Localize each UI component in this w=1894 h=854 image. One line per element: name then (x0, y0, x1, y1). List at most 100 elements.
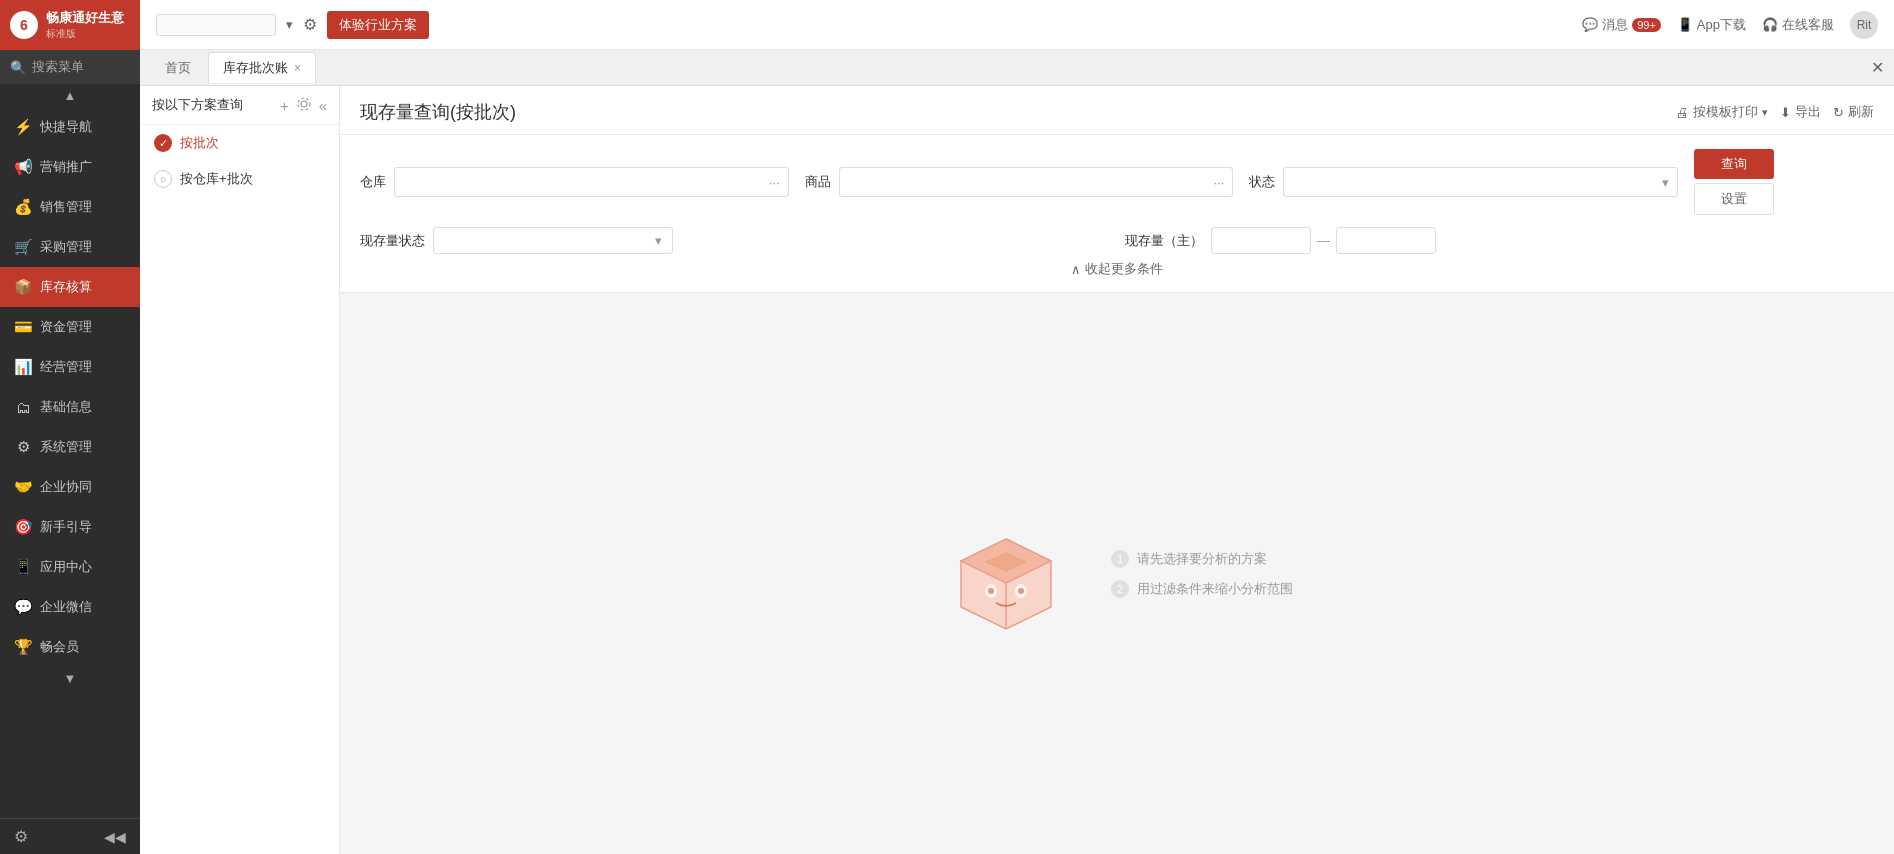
operation-icon: 📊 (14, 358, 32, 376)
sidebar-item-inventory[interactable]: 📦 库存核算 (0, 267, 140, 307)
sidebar-item-member[interactable]: 🏆 畅会员 (0, 627, 140, 667)
collapse-filters-button[interactable]: ∧ 收起更多条件 (1071, 260, 1163, 278)
close-icon: ✕ (1871, 59, 1884, 76)
app-title-block: 畅康通好生意 标准版 (46, 9, 124, 41)
search-icon: 🔍 (10, 60, 26, 75)
add-scheme-button[interactable]: + (280, 97, 289, 114)
sidebar-item-quick-nav[interactable]: ⚡ 快捷导航 (0, 107, 140, 147)
messages-button[interactable]: 💬 消息 99+ (1582, 16, 1661, 34)
sidebar-item-label: 应用中心 (40, 558, 92, 576)
message-icon: 💬 (1582, 17, 1598, 32)
tab-bar: 首页 库存批次账 × ✕ (140, 50, 1894, 86)
scroll-down-btn[interactable]: ▼ (0, 667, 140, 690)
query-button[interactable]: 查询 (1694, 149, 1774, 179)
topbar-dropdown[interactable]: ▾ (286, 17, 293, 32)
wechat-icon: 💬 (14, 598, 32, 616)
settings-button[interactable]: 设置 (1694, 183, 1774, 215)
main-area: ▾ ⚙ 体验行业方案 💬 消息 99+ 📱 App下载 🎧 在线客服 (140, 0, 1894, 854)
sidebar: 6 畅康通好生意 标准版 🔍 搜索菜单 ▲ ⚡ 快捷导航 📢 营销推广 💰 销售… (0, 0, 140, 854)
scroll-up-btn[interactable]: ▲ (0, 84, 140, 107)
svg-point-8 (988, 588, 994, 594)
avatar: Rit (1850, 11, 1878, 39)
empty-state: 1 请先选择要分析的方案 2 用过滤条件来缩小分析范围 (340, 293, 1894, 854)
sales-icon: 💰 (14, 198, 32, 216)
hint2-text: 用过滤条件来缩小分析范围 (1137, 580, 1293, 598)
messages-label: 消息 (1602, 16, 1628, 34)
app-name: 畅康通好生意 (46, 9, 124, 27)
status-select[interactable]: ▾ (1283, 167, 1678, 197)
status-label: 状态 (1249, 173, 1275, 191)
quick-nav-icon: ⚡ (14, 118, 32, 136)
warehouse-input[interactable]: ··· (394, 167, 789, 197)
left-panel-header: 按以下方案查询 + « (140, 86, 339, 125)
stock-main-range: — (1211, 227, 1436, 254)
user-profile[interactable]: Rit (1850, 11, 1878, 39)
warehouse-more-icon[interactable]: ··· (769, 175, 780, 190)
left-panel-actions: + « (280, 97, 327, 114)
app-download-button[interactable]: 📱 App下载 (1677, 16, 1746, 34)
tab-active-label: 库存批次账 (223, 59, 288, 77)
stock-min-input[interactable] (1211, 227, 1311, 254)
sidebar-item-label: 企业微信 (40, 598, 92, 616)
sidebar-item-label: 基础信息 (40, 398, 92, 416)
topbar-gear-button[interactable]: ⚙ (303, 15, 317, 34)
export-label: 导出 (1795, 103, 1821, 121)
enterprise-icon: 🤝 (14, 478, 32, 496)
sidebar-item-appcenter[interactable]: 📱 应用中心 (0, 547, 140, 587)
page-header-actions: 🖨 按模板打印 ▾ ⬇ 导出 ↻ 刷新 (1676, 103, 1874, 121)
phone-icon: 📱 (1677, 17, 1693, 32)
sidebar-item-label: 新手引导 (40, 518, 92, 536)
sidebar-item-label: 畅会员 (40, 638, 79, 656)
sidebar-nav: ▲ ⚡ 快捷导航 📢 营销推广 💰 销售管理 🛒 采购管理 📦 库存核算 💳 资… (0, 84, 140, 818)
product-more-icon[interactable]: ··· (1214, 175, 1225, 190)
tab-home[interactable]: 首页 (150, 52, 206, 83)
sidebar-item-finance[interactable]: 💳 资金管理 (0, 307, 140, 347)
stock-status-select[interactable]: ▾ (433, 227, 673, 254)
footer-settings-icon[interactable]: ⚙ (14, 827, 28, 846)
sidebar-item-wechat[interactable]: 💬 企业微信 (0, 587, 140, 627)
left-panel-title: 按以下方案查询 (152, 96, 243, 114)
collapse-label: 收起更多条件 (1085, 260, 1163, 278)
scheme-inactive-dot: ○ (154, 170, 172, 188)
system-icon: ⚙ (14, 438, 32, 456)
tab-close-icon[interactable]: × (294, 61, 301, 75)
stock-status-label: 现存量状态 (360, 232, 425, 250)
print-template-button[interactable]: 🖨 按模板打印 ▾ (1676, 103, 1768, 121)
sidebar-item-marketing[interactable]: 📢 营销推广 (0, 147, 140, 187)
export-button[interactable]: ⬇ 导出 (1780, 103, 1821, 121)
search-menu[interactable]: 🔍 搜索菜单 (0, 50, 140, 84)
collapse-left-panel-button[interactable]: « (319, 97, 327, 114)
warehouse-label: 仓库 (360, 173, 386, 191)
appcenter-icon: 📱 (14, 558, 32, 576)
sidebar-item-label: 经营管理 (40, 358, 92, 376)
stock-max-input[interactable] (1336, 227, 1436, 254)
breadcrumb-input[interactable] (156, 14, 276, 36)
sidebar-item-purchase[interactable]: 🛒 采购管理 (0, 227, 140, 267)
online-service-button[interactable]: 🎧 在线客服 (1762, 16, 1834, 34)
stock-status-arrow: ▾ (655, 233, 662, 248)
sidebar-item-system[interactable]: ⚙ 系统管理 (0, 427, 140, 467)
main-content: 现存量查询(按批次) 🖨 按模板打印 ▾ ⬇ 导出 ↻ 刷新 (340, 86, 1894, 854)
tab-inventory-batch[interactable]: 库存批次账 × (208, 52, 316, 83)
product-input[interactable]: ··· (839, 167, 1234, 197)
scheme-item-by-batch[interactable]: ✓ 按批次 (140, 125, 339, 161)
sidebar-item-basic[interactable]: 🗂 基础信息 (0, 387, 140, 427)
app-version: 标准版 (46, 27, 124, 41)
experience-button[interactable]: 体验行业方案 (327, 11, 429, 39)
empty-illustration (941, 509, 1071, 639)
footer-collapse-icon[interactable]: ◀◀ (104, 829, 126, 845)
sidebar-item-sales[interactable]: 💰 销售管理 (0, 187, 140, 227)
scheme-settings-button[interactable] (297, 97, 311, 114)
scheme-item-by-warehouse-batch[interactable]: ○ 按仓库+批次 (140, 161, 339, 197)
svg-point-9 (1018, 588, 1024, 594)
topbar-left: ▾ ⚙ 体验行业方案 (156, 11, 429, 39)
sidebar-item-guide[interactable]: 🎯 新手引导 (0, 507, 140, 547)
purchase-icon: 🛒 (14, 238, 32, 256)
sidebar-item-operation[interactable]: 📊 经营管理 (0, 347, 140, 387)
warehouse-filter-group: 仓库 ··· (360, 167, 789, 197)
refresh-label: 刷新 (1848, 103, 1874, 121)
sidebar-item-enterprise[interactable]: 🤝 企业协同 (0, 467, 140, 507)
empty-hint-2: 2 用过滤条件来缩小分析范围 (1111, 580, 1293, 598)
refresh-button[interactable]: ↻ 刷新 (1833, 103, 1874, 121)
tab-bar-close-button[interactable]: ✕ (1871, 58, 1884, 77)
